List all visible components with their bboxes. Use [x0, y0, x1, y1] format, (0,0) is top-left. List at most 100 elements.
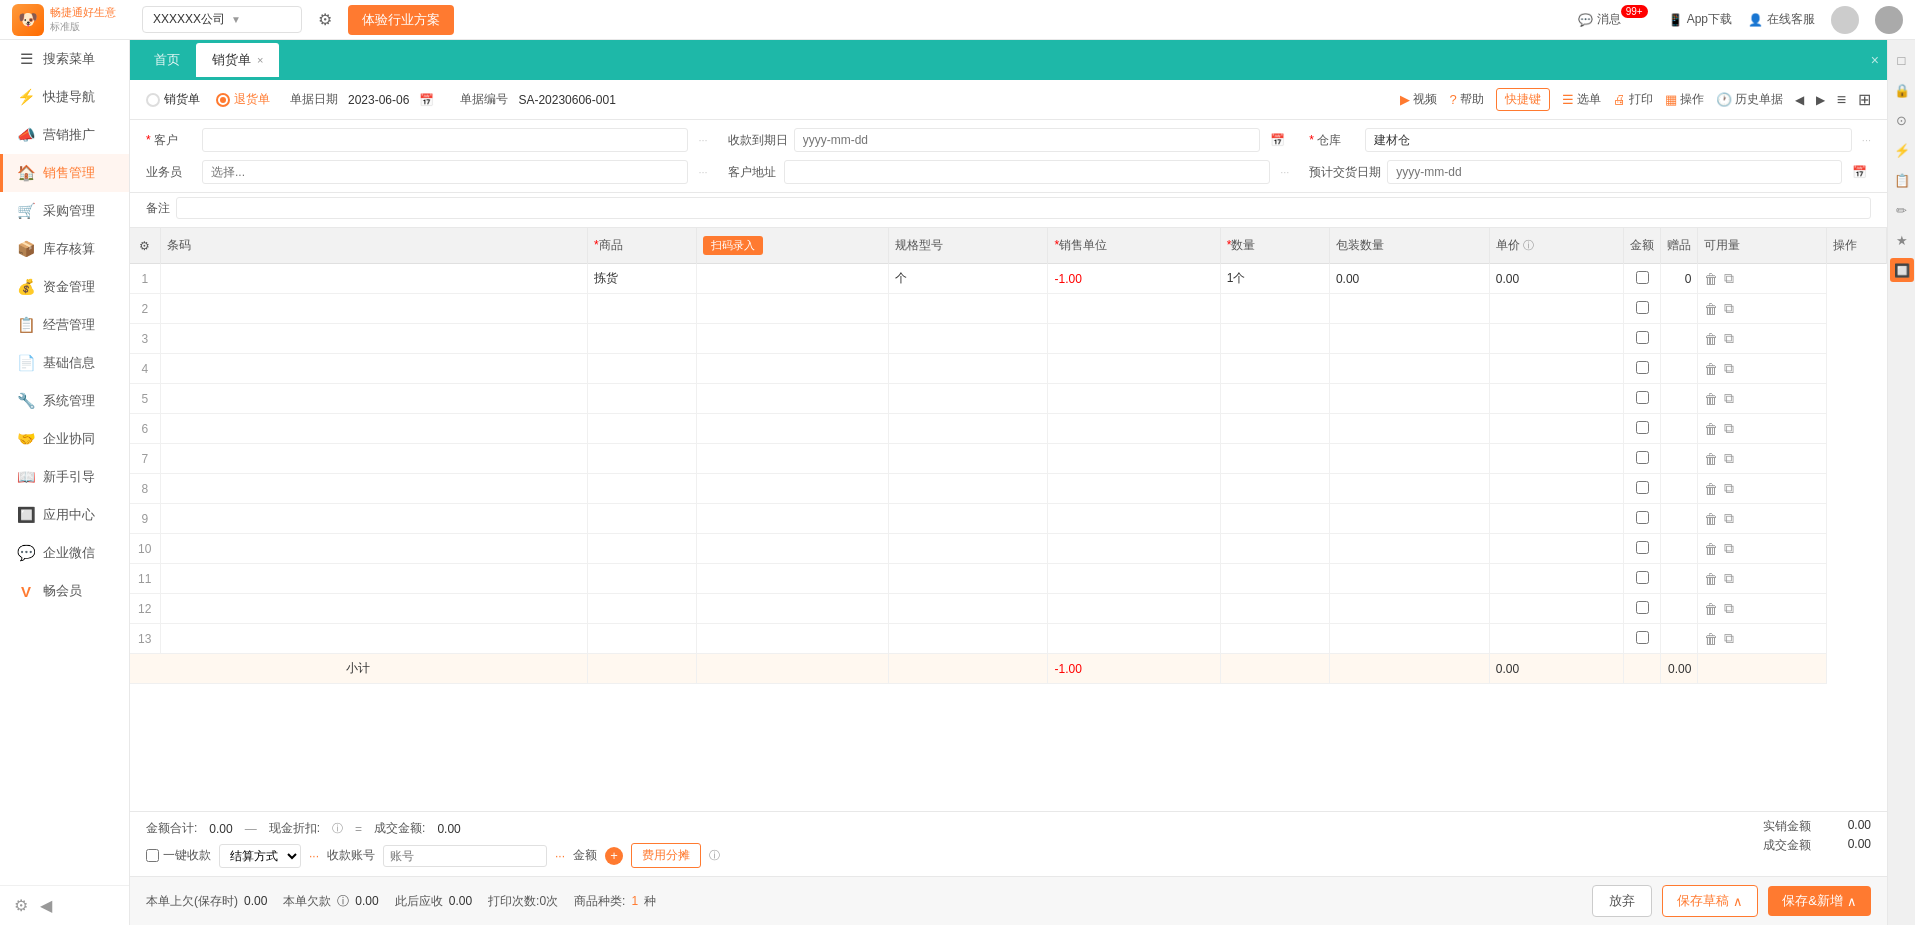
- customer-address-input[interactable]: [784, 160, 1271, 184]
- expense-info-icon[interactable]: ⓘ: [709, 848, 720, 863]
- cell-unit-price[interactable]: [1329, 324, 1489, 354]
- cell-amount[interactable]: [1489, 594, 1624, 624]
- discount-info-icon[interactable]: ⓘ: [332, 821, 343, 836]
- cell-barcode[interactable]: [160, 594, 587, 624]
- gift-checkbox[interactable]: [1636, 301, 1649, 314]
- delete-icon[interactable]: 🗑: [1704, 511, 1718, 527]
- cell-barcode[interactable]: [160, 624, 587, 654]
- gift-checkbox[interactable]: [1636, 511, 1649, 524]
- cell-quantity[interactable]: [1048, 324, 1220, 354]
- cell-amount[interactable]: [1489, 534, 1624, 564]
- cell-gift[interactable]: [1624, 564, 1661, 594]
- copy-icon[interactable]: ⧉: [1724, 510, 1734, 527]
- cell-product[interactable]: [587, 564, 696, 594]
- scan-button[interactable]: 扫码录入: [703, 236, 763, 255]
- cell-product[interactable]: [587, 384, 696, 414]
- cell-amount[interactable]: [1489, 414, 1624, 444]
- sidebar-item-sales[interactable]: 🏠 销售管理: [0, 154, 129, 192]
- cell-pkg-qty[interactable]: [1220, 594, 1329, 624]
- sidebar-item-newbie[interactable]: 📖 新手引导: [0, 458, 129, 496]
- delete-icon[interactable]: 🗑: [1704, 271, 1718, 287]
- cell-spec[interactable]: [697, 294, 888, 324]
- copy-icon[interactable]: ⧉: [1724, 450, 1734, 467]
- cell-quantity[interactable]: [1048, 504, 1220, 534]
- delivery-calendar-icon[interactable]: 📅: [1848, 163, 1871, 181]
- discard-button[interactable]: 放弃: [1592, 885, 1652, 917]
- gift-checkbox[interactable]: [1636, 541, 1649, 554]
- sidebar-item-purchase[interactable]: 🛒 采购管理: [0, 192, 129, 230]
- delete-icon[interactable]: 🗑: [1704, 391, 1718, 407]
- salesperson-more-icon[interactable]: ···: [698, 166, 707, 178]
- cell-unit-price[interactable]: [1329, 534, 1489, 564]
- cell-barcode[interactable]: [160, 324, 587, 354]
- view-list-btn[interactable]: ≡: [1837, 91, 1846, 109]
- sidebar-item-member[interactable]: V 畅会员: [0, 572, 129, 610]
- cell-pkg-qty[interactable]: [1220, 624, 1329, 654]
- sidebar-item-system[interactable]: 🔧 系统管理: [0, 382, 129, 420]
- cell-spec[interactable]: [697, 324, 888, 354]
- cell-barcode[interactable]: [160, 294, 587, 324]
- cell-gift[interactable]: [1624, 414, 1661, 444]
- one-click-pay-checkbox[interactable]: 一键收款: [146, 847, 211, 864]
- cell-spec[interactable]: [697, 474, 888, 504]
- cell-pkg-qty[interactable]: [1220, 384, 1329, 414]
- add-button[interactable]: +: [605, 847, 623, 865]
- cell-barcode[interactable]: [160, 384, 587, 414]
- cell-unit[interactable]: 个: [888, 264, 1048, 294]
- sidebar-collapse-btn[interactable]: ◀: [40, 896, 52, 915]
- cell-product[interactable]: [587, 504, 696, 534]
- note-input[interactable]: [176, 197, 1871, 219]
- cell-unit-price[interactable]: [1329, 594, 1489, 624]
- cell-pkg-qty[interactable]: [1220, 444, 1329, 474]
- customer-input[interactable]: [202, 128, 688, 152]
- cell-product[interactable]: 拣货: [587, 264, 696, 294]
- copy-icon[interactable]: ⧉: [1724, 390, 1734, 407]
- cell-spec[interactable]: [697, 504, 888, 534]
- sidebar-item-quick-nav[interactable]: ⚡ 快捷导航: [0, 78, 129, 116]
- copy-icon[interactable]: ⧉: [1724, 600, 1734, 617]
- gift-checkbox[interactable]: [1636, 601, 1649, 614]
- float-btn-2[interactable]: 🔒: [1890, 78, 1914, 102]
- cell-quantity[interactable]: [1048, 594, 1220, 624]
- app-download-button[interactable]: 📱 App下载: [1668, 11, 1732, 28]
- copy-icon[interactable]: ⧉: [1724, 300, 1734, 317]
- cell-unit[interactable]: [888, 474, 1048, 504]
- expected-delivery-input[interactable]: [1387, 160, 1842, 184]
- copy-icon[interactable]: ⧉: [1724, 360, 1734, 377]
- cell-gift[interactable]: [1624, 594, 1661, 624]
- cell-amount[interactable]: [1489, 354, 1624, 384]
- cell-unit[interactable]: [888, 594, 1048, 624]
- cell-gift[interactable]: [1624, 294, 1661, 324]
- close-icon[interactable]: ×: [257, 54, 263, 66]
- gift-checkbox[interactable]: [1636, 631, 1649, 644]
- sidebar-item-inventory[interactable]: 📦 库存核算: [0, 230, 129, 268]
- cell-unit-price[interactable]: [1329, 564, 1489, 594]
- float-btn-3[interactable]: ⊙: [1890, 108, 1914, 132]
- cell-product[interactable]: [587, 294, 696, 324]
- cell-spec[interactable]: [697, 444, 888, 474]
- copy-icon[interactable]: ⧉: [1724, 270, 1734, 287]
- cell-amount[interactable]: [1489, 294, 1624, 324]
- copy-icon[interactable]: ⧉: [1724, 630, 1734, 647]
- cell-barcode[interactable]: [160, 474, 587, 504]
- radio-sales-order[interactable]: 销货单: [146, 91, 200, 108]
- cell-quantity[interactable]: [1048, 474, 1220, 504]
- online-service-button[interactable]: 👤 在线客服: [1748, 11, 1815, 28]
- avatar-2[interactable]: [1875, 6, 1903, 34]
- nav-right-btn[interactable]: ▶: [1816, 93, 1825, 107]
- cell-unit[interactable]: [888, 324, 1048, 354]
- gift-checkbox[interactable]: [1636, 361, 1649, 374]
- cell-pkg-qty[interactable]: [1220, 354, 1329, 384]
- cell-unit[interactable]: [888, 624, 1048, 654]
- copy-icon[interactable]: ⧉: [1724, 540, 1734, 557]
- cell-product[interactable]: [587, 324, 696, 354]
- payment-calendar-icon[interactable]: 📅: [1266, 131, 1289, 149]
- sidebar-item-search[interactable]: ☰ 搜索菜单: [0, 40, 129, 78]
- cell-unit[interactable]: [888, 444, 1048, 474]
- gift-checkbox[interactable]: [1636, 571, 1649, 584]
- cell-spec[interactable]: [697, 384, 888, 414]
- gift-checkbox[interactable]: [1636, 451, 1649, 464]
- cell-unit[interactable]: [888, 414, 1048, 444]
- print-btn[interactable]: 🖨 打印: [1613, 91, 1653, 108]
- delete-icon[interactable]: 🗑: [1704, 331, 1718, 347]
